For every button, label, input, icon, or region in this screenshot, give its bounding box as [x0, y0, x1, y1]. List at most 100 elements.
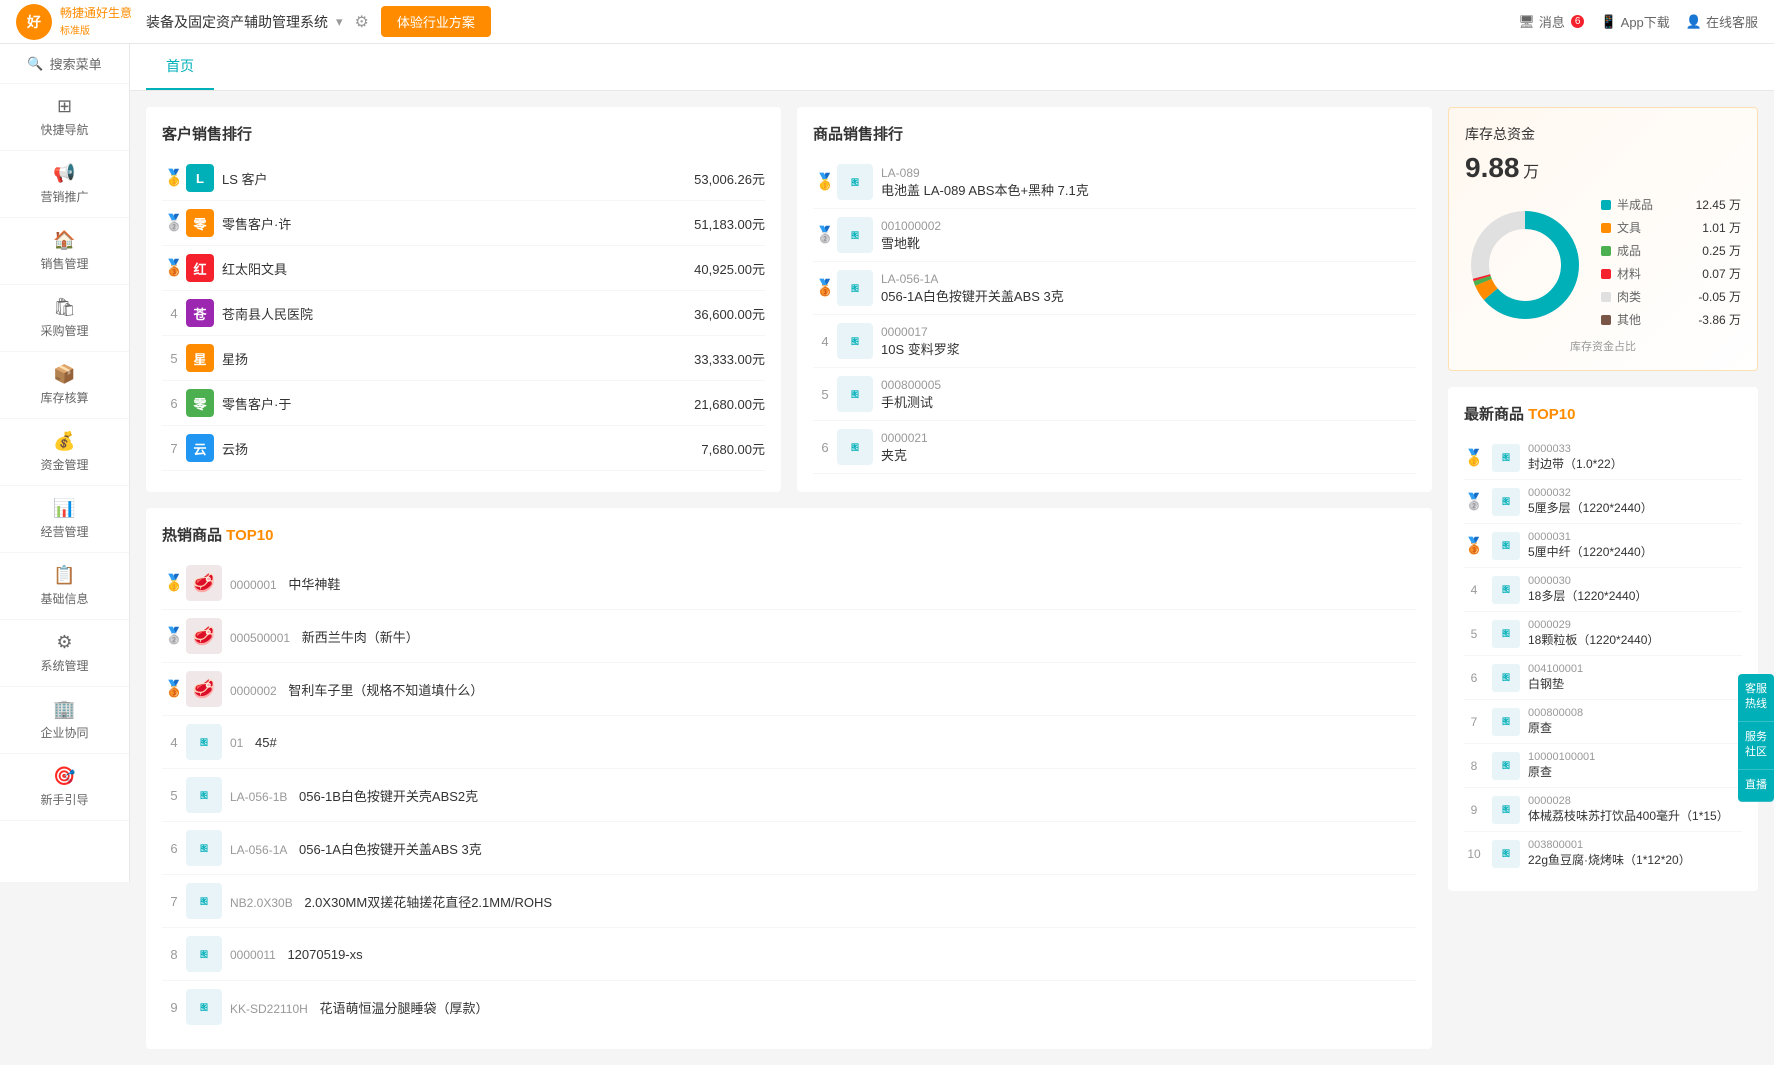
new-product-item: 🥈 图 0000032 5厘多层（1220*2440）: [1464, 480, 1742, 524]
customer-list-item: 🥉 红 红太阳文具 40,925.00元: [162, 246, 765, 291]
rank-number: 6: [1464, 671, 1484, 685]
customer-amount: 36,600.00元: [694, 304, 765, 323]
product-sales-ranking-card: 商品销售排行 🥇 图 LA-089 电池盖 LA-089 ABS本色+黑种 7.…: [797, 107, 1432, 492]
product-thumb: 🥩: [186, 565, 222, 601]
new-products-list: 🥇 图 0000033 封边带（1.0*22） 🥈 图 0000032 5厘多层…: [1464, 436, 1742, 875]
product-info: LA-056-1A 056-1A白色按键开关盖ABS 3克: [881, 272, 1416, 305]
sidebar-item-inventory[interactable]: 📦 库存核算: [0, 352, 129, 419]
legend-name: 肉类: [1617, 288, 1692, 305]
rank-number: 7: [1464, 715, 1484, 729]
rank-number: 🥈: [1464, 492, 1484, 512]
customer-list-item: 🥈 零 零售客户·许 51,183.00元: [162, 201, 765, 246]
basic-label: 基础信息: [40, 590, 88, 607]
customer-avatar: 零: [186, 209, 214, 237]
rank-number: 9: [162, 1000, 186, 1015]
dropdown-arrow-icon[interactable]: ▾: [336, 14, 343, 30]
new-product-item: 9 图 0000028 体械荔枝味苏打饮品400毫升（1*15）: [1464, 788, 1742, 832]
finance-icon: 💰: [53, 431, 75, 452]
rank-number: 🥉: [813, 278, 837, 298]
rank-number: 🥇: [1464, 448, 1484, 468]
customer-name: 星扬: [222, 349, 694, 368]
inventory-title: 库存总资金: [1465, 124, 1741, 144]
product-code: 000800008: [1528, 707, 1742, 719]
float-btn-service[interactable]: 客服热线: [1738, 674, 1774, 722]
chart-legend: 半成品 12.45 万 文具 1.01 万 成品 0.25 万 材料 0.07 …: [1601, 196, 1741, 334]
sidebar-item-system[interactable]: ⚙ 系统管理: [0, 620, 129, 687]
product-sales-item: 6 图 0000021 夹克: [813, 421, 1416, 474]
product-name: 45#: [255, 735, 277, 750]
product-name: 中华神鞋: [288, 577, 340, 592]
rank-number: 🥇: [162, 573, 186, 593]
sidebar-item-purchase[interactable]: 🛍 采购管理: [0, 285, 129, 352]
customer-avatar: 云: [186, 434, 214, 462]
sidebar-item-company[interactable]: 🏢 企业协同: [0, 687, 129, 754]
product-name: 12070519-xs: [287, 947, 362, 962]
content-right: 库存总资金 9.88 万: [1448, 107, 1758, 1049]
legend-dot: [1601, 269, 1611, 279]
rank-number: 10: [1464, 847, 1484, 861]
product-info: 10000100001 原查: [1528, 751, 1742, 780]
float-btn-direct[interactable]: 直播: [1738, 770, 1774, 802]
sidebar-item-basic[interactable]: 📋 基础信息: [0, 553, 129, 620]
product-name: 10S 变料罗浆: [881, 339, 1416, 358]
product-code: 0000002: [230, 684, 277, 698]
product-info: LA-056-1B 056-1B白色按键开关壳ABS2克: [230, 786, 1416, 805]
legend-dot: [1601, 200, 1611, 210]
app-download-btn[interactable]: 📱 App下载: [1600, 12, 1669, 31]
product-info: 000800008 原查: [1528, 707, 1742, 736]
product-info: 000800005 手机测试: [881, 378, 1416, 411]
product-thumb: 图: [1492, 708, 1520, 736]
product-code: 0000017: [881, 325, 1416, 339]
product-sales-list: 🥇 图 LA-089 电池盖 LA-089 ABS本色+黑种 7.1克 🥈 图 …: [813, 156, 1416, 476]
hot-product-item: 6 图 LA-056-1A 056-1A白色按键开关盖ABS 3克: [162, 822, 1416, 875]
message-btn[interactable]: 🖥 消息 6: [1518, 12, 1584, 31]
sidebar-item-marketing[interactable]: 📢 营销推广: [0, 151, 129, 218]
new-product-item: 6 图 004100001 白钢垫: [1464, 656, 1742, 700]
new-product-item: 10 图 003800001 22g鱼豆腐·烧烤味（1*12*20）: [1464, 832, 1742, 875]
product-info: 0000030 18多层（1220*2440）: [1528, 575, 1742, 604]
sidebar-item-sales[interactable]: 🏠 销售管理: [0, 218, 129, 285]
customer-amount: 33,333.00元: [694, 349, 765, 368]
product-name: 手机测试: [881, 392, 1416, 411]
product-code: 000800005: [881, 378, 1416, 392]
topbar-center: 装备及固定资产辅助管理系统 ▾ ⚙ 体验行业方案: [146, 6, 1518, 37]
product-info: 0000002 智利车子里（规格不知道填什么）: [230, 680, 1416, 699]
customer-list-item: 5 星 星扬 33,333.00元: [162, 336, 765, 381]
customer-list-item: 8 肖 肖总 7,563.00元: [162, 471, 765, 476]
product-thumb: 🥩: [186, 671, 222, 707]
product-info: 0000029 18颗粒板（1220*2440）: [1528, 619, 1742, 648]
hot-products-top10: TOP10: [226, 527, 273, 544]
sidebar-item-guide[interactable]: 🎯 新手引导: [0, 754, 129, 821]
search-icon: 🔍: [27, 56, 43, 72]
legend-name: 其他: [1617, 311, 1692, 328]
sidebar-item-finance[interactable]: 💰 资金管理: [0, 419, 129, 486]
product-name: 056-1B白色按键开关壳ABS2克: [299, 789, 478, 804]
settings-icon[interactable]: ⚙: [355, 12, 369, 32]
hot-product-item: 9 图 KK-SD22110H 花语萌恒温分腿睡袋（厚款）: [162, 981, 1416, 1033]
guide-icon: 🎯: [53, 766, 75, 787]
trial-button[interactable]: 体验行业方案: [381, 6, 491, 37]
product-info: 0000028 体械荔枝味苏打饮品400毫升（1*15）: [1528, 795, 1742, 824]
system-label: 系统管理: [40, 657, 88, 674]
new-products-top10: TOP10: [1528, 406, 1575, 423]
product-code: 01: [230, 736, 243, 750]
product-thumb: 图: [1492, 576, 1520, 604]
new-product-item: 🥇 图 0000033 封边带（1.0*22）: [1464, 436, 1742, 480]
rank-number: 7: [162, 441, 186, 456]
purchase-icon: 🛍: [53, 297, 76, 318]
tab-home[interactable]: 首页: [146, 44, 214, 90]
float-btn-community[interactable]: 服务社区: [1738, 722, 1774, 770]
rank-number: 🥈: [813, 225, 837, 245]
legend-name: 文具: [1617, 219, 1696, 236]
online-service-btn[interactable]: 👤 在线客服: [1686, 12, 1758, 31]
sidebar-item-operations[interactable]: 📊 经营管理: [0, 486, 129, 553]
customer-list-item: 4 苍 苍南县人民医院 36,600.00元: [162, 291, 765, 336]
new-product-item: 4 图 0000030 18多层（1220*2440）: [1464, 568, 1742, 612]
product-code: LA-056-1A: [881, 272, 1416, 286]
sidebar-item-quick-nav[interactable]: ⊞ 快捷导航: [0, 84, 129, 151]
logo-text-area: 畅捷通好生意 标准版: [60, 6, 132, 37]
legend-dot: [1601, 246, 1611, 256]
rank-number: 8: [162, 947, 186, 962]
search-menu-btn[interactable]: 🔍 搜索菜单: [0, 44, 129, 84]
product-name: 056-1A白色按键开关盖ABS 3克: [881, 286, 1416, 305]
